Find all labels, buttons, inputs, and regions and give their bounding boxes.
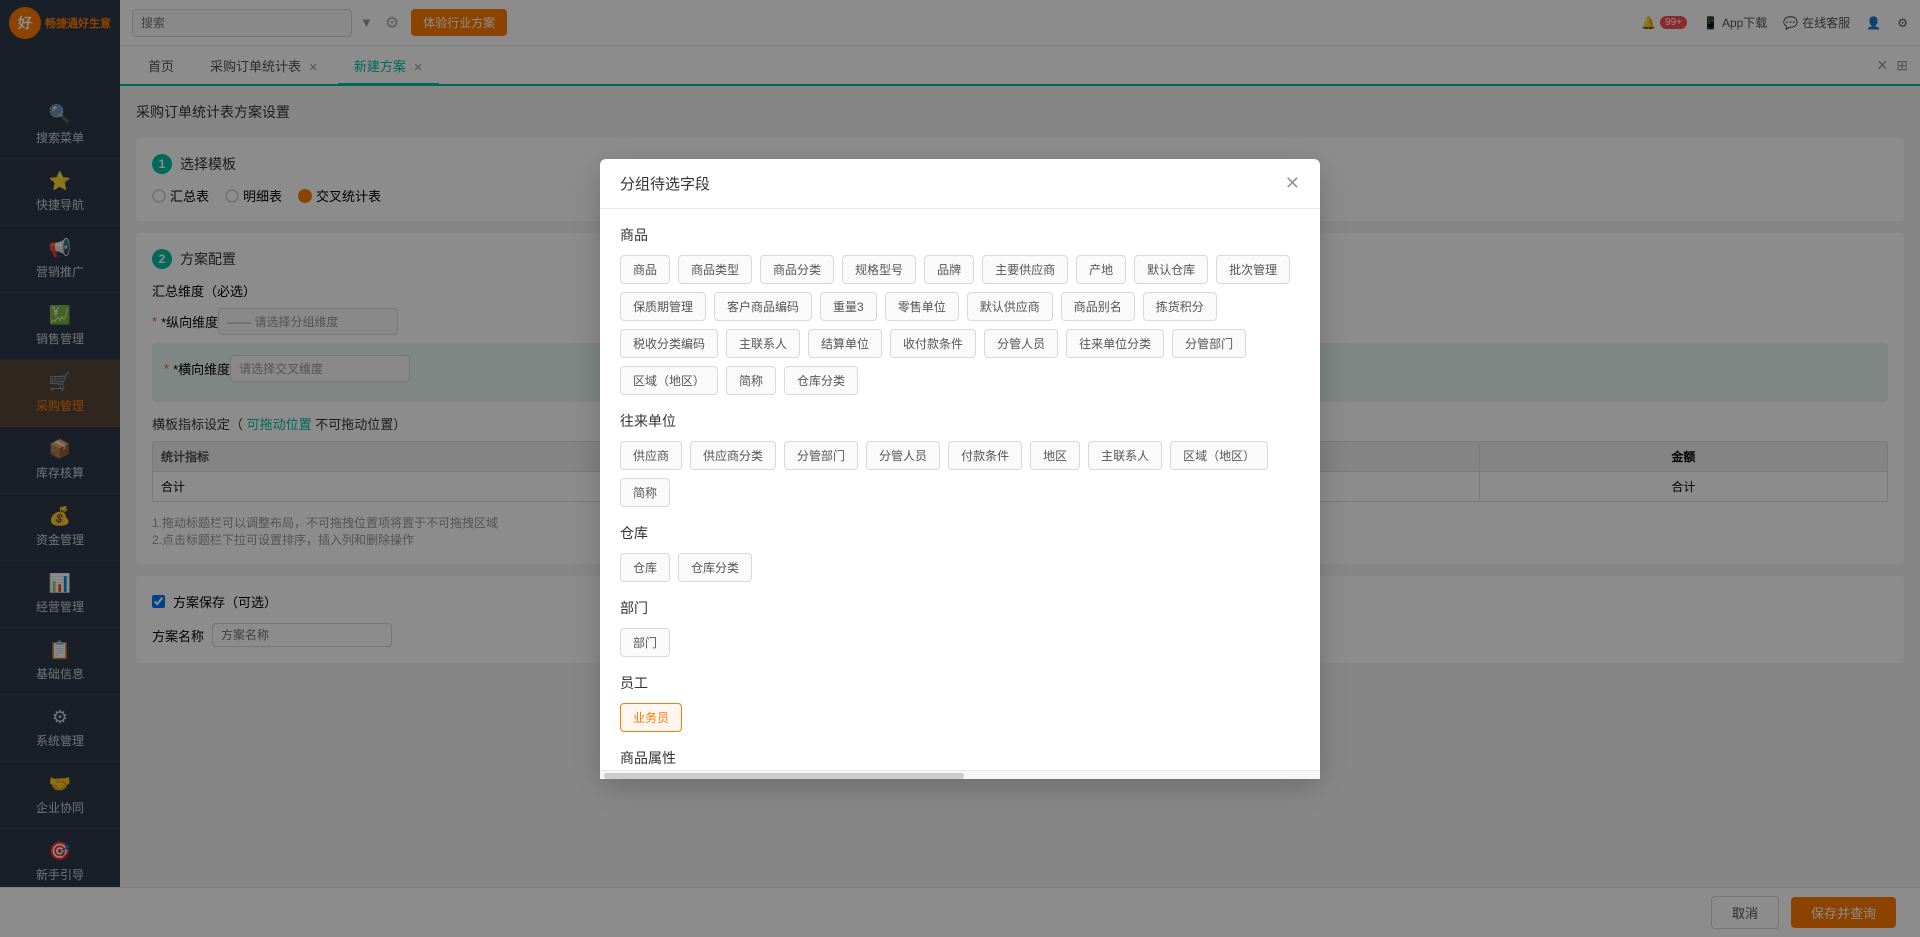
field-tag[interactable]: 税收分类编码 bbox=[620, 329, 718, 358]
field-tag[interactable]: 品牌 bbox=[924, 255, 974, 284]
field-tag[interactable]: 供应商分类 bbox=[690, 441, 776, 470]
field-tag[interactable]: 主要供应商 bbox=[982, 255, 1068, 284]
field-tag[interactable]: 付款条件 bbox=[948, 441, 1022, 470]
field-section-title: 往来单位 bbox=[620, 411, 1300, 431]
field-section-商品: 商品商品商品类型商品分类规格型号品牌主要供应商产地默认仓库批次管理保质期管理客户… bbox=[620, 225, 1300, 395]
field-tags: 部门 bbox=[620, 628, 1300, 657]
field-section-员工: 员工业务员 bbox=[620, 673, 1300, 732]
field-tag[interactable]: 简称 bbox=[726, 366, 776, 395]
field-tag[interactable]: 分管部门 bbox=[1172, 329, 1246, 358]
modal-h-scrollbar[interactable] bbox=[600, 770, 1320, 779]
field-tag[interactable]: 仓库分类 bbox=[678, 553, 752, 582]
field-section-title: 商品 bbox=[620, 225, 1300, 245]
field-tags: 供应商供应商分类分管部门分管人员付款条件地区主联系人区域（地区） 简称 bbox=[620, 441, 1300, 507]
field-tag[interactable]: 商品 bbox=[620, 255, 670, 284]
field-tag[interactable]: 商品分类 bbox=[760, 255, 834, 284]
field-section-title: 商品属性 bbox=[620, 748, 1300, 768]
field-tag[interactable]: 商品类型 bbox=[678, 255, 752, 284]
field-tag[interactable]: 主联系人 bbox=[726, 329, 800, 358]
field-tag[interactable]: 规格型号 bbox=[842, 255, 916, 284]
field-tag[interactable]: 重量3 bbox=[820, 292, 877, 321]
field-tag[interactable]: 保质期管理 bbox=[620, 292, 706, 321]
field-tag[interactable]: 分管人员 bbox=[984, 329, 1058, 358]
modal-dialog: 分组待选字段 ✕ 商品商品商品类型商品分类规格型号品牌主要供应商产地默认仓库批次… bbox=[600, 159, 1320, 779]
field-tag[interactable]: 业务员 bbox=[620, 703, 682, 732]
field-section-title: 员工 bbox=[620, 673, 1300, 693]
field-tag[interactable]: 默认仓库 bbox=[1134, 255, 1208, 284]
field-tag[interactable]: 区域（地区） bbox=[1170, 441, 1268, 470]
modal-body: 商品商品商品类型商品分类规格型号品牌主要供应商产地默认仓库批次管理保质期管理客户… bbox=[600, 209, 1320, 770]
field-tag[interactable]: 部门 bbox=[620, 628, 670, 657]
field-section-往来单位: 往来单位供应商供应商分类分管部门分管人员付款条件地区主联系人区域（地区） 简称 bbox=[620, 411, 1300, 507]
field-tag[interactable]: 客户商品编码 bbox=[714, 292, 812, 321]
field-tag[interactable]: 默认供应商 bbox=[967, 292, 1053, 321]
field-section-商品属性: 商品属性属性颜色多规格尺码鞋码1 bbox=[620, 748, 1300, 770]
field-tag[interactable]: 主联系人 bbox=[1088, 441, 1162, 470]
field-tag[interactable]: 简称 bbox=[620, 478, 670, 507]
modal-close-button[interactable]: ✕ bbox=[1285, 174, 1300, 192]
modal-overlay[interactable]: 分组待选字段 ✕ 商品商品商品类型商品分类规格型号品牌主要供应商产地默认仓库批次… bbox=[0, 0, 1920, 937]
field-tag[interactable]: 收付款条件 bbox=[890, 329, 976, 358]
field-tag[interactable]: 商品别名 bbox=[1061, 292, 1135, 321]
field-tag[interactable]: 地区 bbox=[1030, 441, 1080, 470]
field-tags: 仓库仓库分类 bbox=[620, 553, 1300, 582]
modal-title: 分组待选字段 bbox=[620, 173, 710, 194]
field-tag[interactable]: 产地 bbox=[1076, 255, 1126, 284]
modal-h-scrollbar-thumb bbox=[604, 773, 964, 779]
field-tags: 商品商品类型商品分类规格型号品牌主要供应商产地默认仓库批次管理保质期管理客户商品… bbox=[620, 255, 1300, 395]
modal-header: 分组待选字段 ✕ bbox=[600, 159, 1320, 209]
field-tag[interactable]: 仓库 bbox=[620, 553, 670, 582]
field-tag[interactable]: 批次管理 bbox=[1216, 255, 1290, 284]
field-tag[interactable]: 区域（地区） bbox=[620, 366, 718, 395]
field-tags: 业务员 bbox=[620, 703, 1300, 732]
field-tag[interactable]: 供应商 bbox=[620, 441, 682, 470]
field-section-title: 仓库 bbox=[620, 523, 1300, 543]
field-section-仓库: 仓库仓库仓库分类 bbox=[620, 523, 1300, 582]
field-tag[interactable]: 往来单位分类 bbox=[1066, 329, 1164, 358]
field-tag[interactable]: 仓库分类 bbox=[784, 366, 858, 395]
field-tag[interactable]: 零售单位 bbox=[885, 292, 959, 321]
field-tag[interactable]: 分管人员 bbox=[866, 441, 940, 470]
field-section-部门: 部门部门 bbox=[620, 598, 1300, 657]
field-tag[interactable]: 拣货积分 bbox=[1143, 292, 1217, 321]
field-section-title: 部门 bbox=[620, 598, 1300, 618]
field-tag[interactable]: 结算单位 bbox=[808, 329, 882, 358]
field-tag[interactable]: 分管部门 bbox=[784, 441, 858, 470]
